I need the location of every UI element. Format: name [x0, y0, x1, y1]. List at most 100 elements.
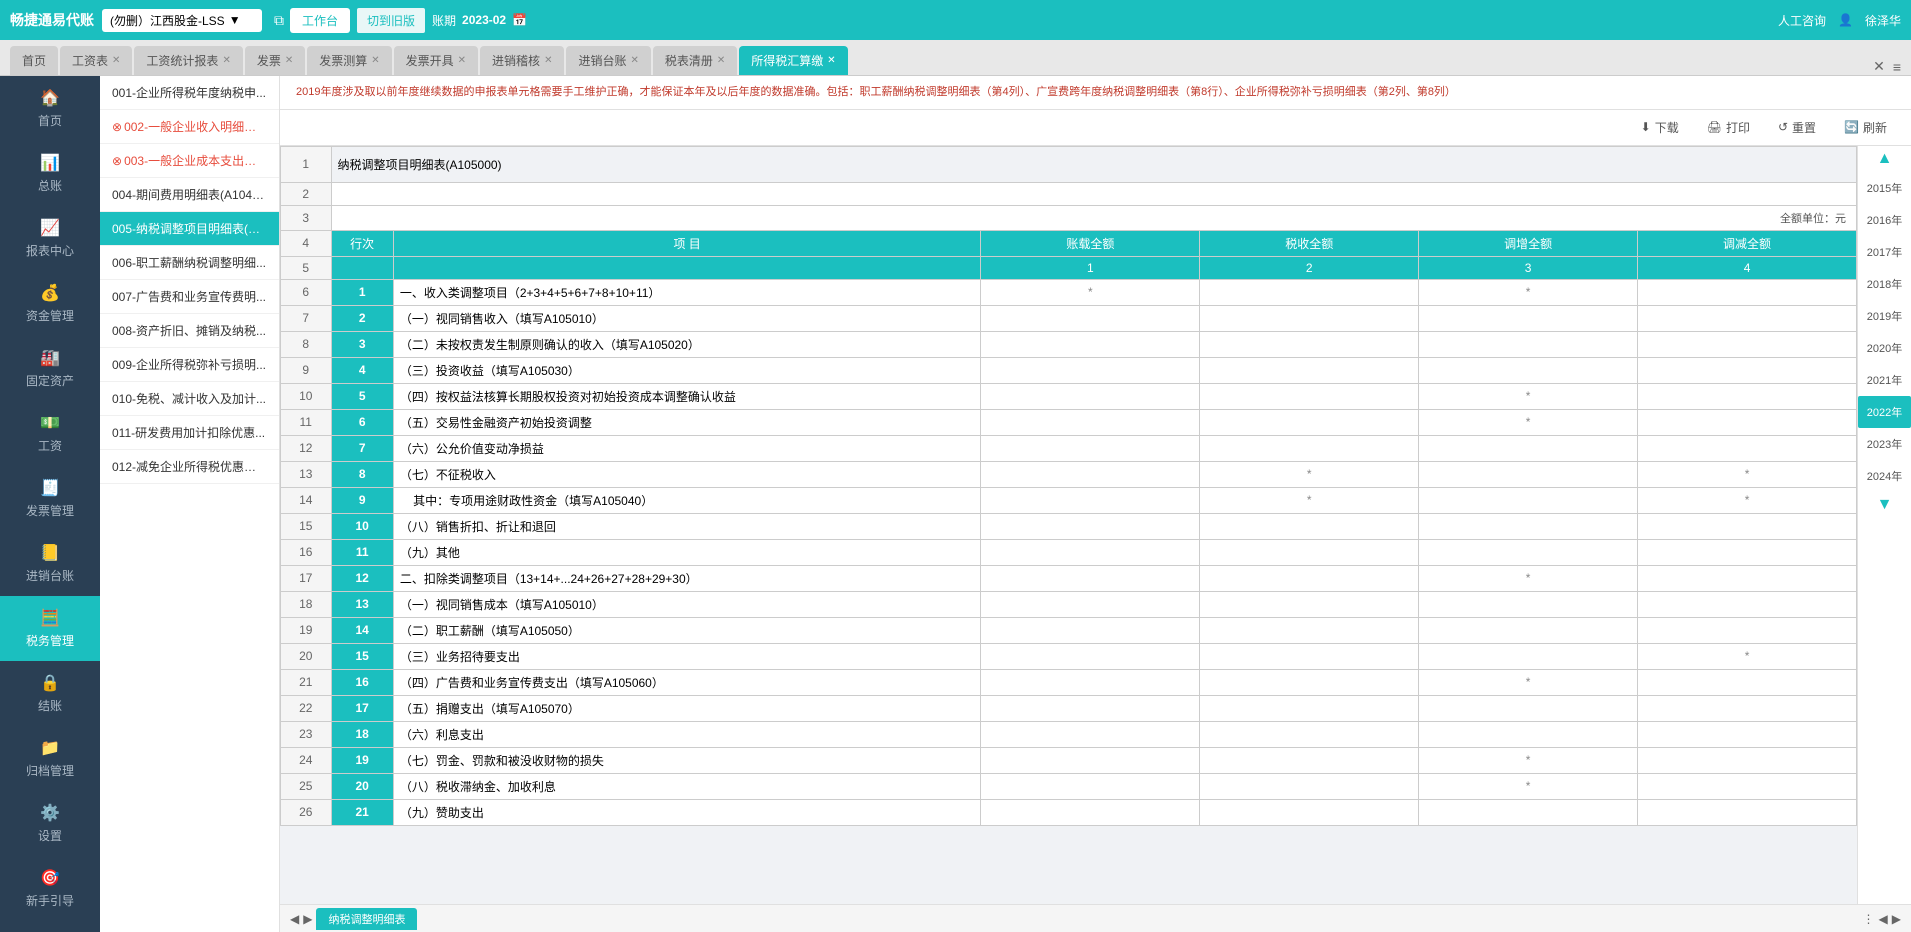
- user-label[interactable]: 徐泽华: [1865, 12, 1901, 29]
- close-icon[interactable]: ✕: [285, 55, 293, 66]
- sidebar-item-ledger[interactable]: 📊 总账: [0, 141, 100, 206]
- sidebar-item-tax[interactable]: 🧮 税务管理: [0, 596, 100, 661]
- refresh-button[interactable]: 🔄 刷新: [1836, 116, 1895, 139]
- period-prefix: 账期: [432, 12, 456, 29]
- home-icon: 🏠: [40, 88, 60, 108]
- print-button[interactable]: 🖨 打印: [1699, 116, 1758, 139]
- workbench-button[interactable]: 工作台: [290, 8, 350, 33]
- left-panel-item-003[interactable]: ⊗003-一般企业成本支出明细...: [100, 144, 279, 178]
- company-selector[interactable]: (勿删）江西股金-LSS ▼: [102, 9, 262, 32]
- year-item-2020[interactable]: 2020年: [1858, 332, 1911, 364]
- table-row: 10 5 （四）按权益法核算长期股权投资对初始投资成本调整确认收益 *: [281, 383, 1857, 409]
- year-item-2023[interactable]: 2023年: [1858, 428, 1911, 460]
- left-panel-item-010[interactable]: 010-免税、减计收入及加计...: [100, 382, 279, 416]
- close-icon[interactable]: ✕: [717, 55, 725, 66]
- menu-icon[interactable]: ≡: [1893, 59, 1901, 75]
- table-row: 23 18 （六）利息支出: [281, 721, 1857, 747]
- app-logo: 畅捷通易代账: [10, 10, 94, 30]
- sidebar-item-member[interactable]: 👑 畅会员: [0, 921, 100, 932]
- error-icon: ⊗: [112, 120, 122, 134]
- left-panel-item-006[interactable]: 006-职工薪酬纳税调整明细...: [100, 246, 279, 280]
- left-panel-item-001[interactable]: 001-企业所得税年度纳税申...: [100, 76, 279, 110]
- sidebar-item-invoices[interactable]: 🧾 发票管理: [0, 466, 100, 531]
- left-panel-item-011[interactable]: 011-研发费用加计扣除优惠...: [100, 416, 279, 450]
- year-item-2022[interactable]: 2022年: [1858, 396, 1911, 428]
- table-row-2: 2: [281, 182, 1857, 205]
- sidebar-item-newbie[interactable]: 🎯 新手引导: [0, 856, 100, 921]
- close-icon[interactable]: ✕: [827, 55, 835, 66]
- left-panel-item-005[interactable]: 005-纳税调整项目明细表(A1...: [100, 212, 279, 246]
- print-icon: 🖨: [1707, 120, 1722, 134]
- scroll-right-icon[interactable]: ▶: [303, 912, 312, 926]
- user-avatar: 👤: [1838, 13, 1853, 27]
- sidebar-item-assets[interactable]: 🏭 固定资产: [0, 336, 100, 401]
- switch-button[interactable]: 切到旧版: [356, 7, 426, 34]
- support-label[interactable]: 人工咨询: [1778, 12, 1826, 29]
- table-row: 16 11 （九）其他: [281, 539, 1857, 565]
- year-item-2021[interactable]: 2021年: [1858, 364, 1911, 396]
- data-table: 1 纳税调整项目明细表(A105000) 2 3 全额单位：元: [280, 146, 1857, 826]
- tab-invoice-calc[interactable]: 发票测算 ✕: [307, 46, 391, 75]
- download-button[interactable]: ⬇ 下载: [1633, 116, 1687, 139]
- spreadsheet-wrapper: 1 纳税调整项目明细表(A105000) 2 3 全额单位：元: [280, 146, 1911, 905]
- close-icon[interactable]: ✕: [630, 55, 638, 66]
- left-panel-item-009[interactable]: 009-企业所得税弥补亏损明...: [100, 348, 279, 382]
- tab-income-tax[interactable]: 所得税汇算缴 ✕: [739, 46, 847, 75]
- close-icon[interactable]: ✕: [371, 55, 379, 66]
- tab-bar: 首页 工资表 ✕ 工资统计报表 ✕ 发票 ✕ 发票测算 ✕ 发票开具 ✕ 进销稽…: [0, 40, 1911, 76]
- year-item-2017[interactable]: 2017年: [1858, 236, 1911, 268]
- tab-stock-ledger[interactable]: 进销台账 ✕: [566, 46, 650, 75]
- close-icon[interactable]: ✕: [544, 55, 552, 66]
- col-f-header: 调减全额: [1638, 230, 1857, 256]
- table-row: 6 1 一、收入类调整项目（2+3+4+5+6+7+8+10+11） * *: [281, 279, 1857, 305]
- year-item-2018[interactable]: 2018年: [1858, 268, 1911, 300]
- year-item-2015[interactable]: 2015年: [1858, 172, 1911, 204]
- close-icon[interactable]: ✕: [222, 55, 230, 66]
- left-panel-item-002[interactable]: ⊗002-一般企业收入明细表(A1...: [100, 110, 279, 144]
- sidebar-item-payroll[interactable]: 💵 工资: [0, 401, 100, 466]
- tab-home[interactable]: 首页: [10, 46, 58, 75]
- left-panel-item-004[interactable]: 004-期间费用明细表(A1040...: [100, 178, 279, 212]
- tab-invoice[interactable]: 发票 ✕: [245, 46, 305, 75]
- close-all-icon[interactable]: ✕: [1873, 58, 1885, 75]
- horizontal-scroll-left-icon[interactable]: ◀: [1879, 912, 1888, 926]
- year-item-2024[interactable]: 2024年: [1858, 460, 1911, 492]
- table-row: 7 2 （一）视同销售收入（填写A105010）: [281, 305, 1857, 331]
- invoices-icon: 🧾: [40, 478, 60, 498]
- bottom-scroll: ⋮ ◀ ▶: [1863, 912, 1901, 926]
- toolbar: ⬇ 下载 🖨 打印 ↺ 重置 🔄 刷新: [280, 110, 1911, 146]
- reset-button[interactable]: ↺ 重置: [1770, 116, 1824, 139]
- year-item-2019[interactable]: 2019年: [1858, 300, 1911, 332]
- tab-payroll[interactable]: 工资表 ✕: [60, 46, 132, 75]
- tab-invoice-open[interactable]: 发票开具 ✕: [394, 46, 478, 75]
- sidebar-item-close[interactable]: 🔒 结账: [0, 661, 100, 726]
- tab-payroll-stats[interactable]: 工资统计报表 ✕: [134, 46, 242, 75]
- bottom-tab-item[interactable]: 纳税调整明细表: [316, 908, 417, 930]
- table-row: 22 17 （五）捐赠支出（填写A105070）: [281, 695, 1857, 721]
- sidebar-item-home[interactable]: 🏠 首页: [0, 76, 100, 141]
- col-c-header: 账载全额: [981, 230, 1200, 256]
- left-panel-item-007[interactable]: 007-广告费和业务宣传费明...: [100, 280, 279, 314]
- sidebar-item-archive[interactable]: 📁 归档管理: [0, 726, 100, 791]
- tab-tax-clear[interactable]: 税表清册 ✕: [653, 46, 737, 75]
- scroll-left-icon[interactable]: ◀: [290, 912, 299, 926]
- close-icon[interactable]: ✕: [112, 55, 120, 66]
- year-down-arrow[interactable]: ▼: [1873, 492, 1897, 518]
- assets-icon: 🏭: [40, 348, 60, 368]
- tax-icon: 🧮: [40, 608, 60, 628]
- chevron-down-icon: ▼: [229, 13, 241, 27]
- sidebar-item-settings[interactable]: ⚙️ 设置: [0, 791, 100, 856]
- year-item-2016[interactable]: 2016年: [1858, 204, 1911, 236]
- left-panel-item-008[interactable]: 008-资产折旧、摊销及纳税...: [100, 314, 279, 348]
- close-icon[interactable]: ✕: [458, 55, 466, 66]
- sidebar-item-reports[interactable]: 📈 报表中心: [0, 206, 100, 271]
- left-panel-item-012[interactable]: 012-减免企业所得税优惠明细(0...: [100, 450, 279, 484]
- sidebar-item-stockbook[interactable]: 📒 进销台账: [0, 531, 100, 596]
- tab-stock-check[interactable]: 进销稽核 ✕: [480, 46, 564, 75]
- spreadsheet-container[interactable]: 1 纳税调整项目明细表(A105000) 2 3 全额单位：元: [280, 146, 1857, 905]
- payroll-icon: 💵: [40, 413, 60, 433]
- horizontal-scroll-right-icon[interactable]: ▶: [1892, 912, 1901, 926]
- sidebar-item-finance[interactable]: 💰 资金管理: [0, 271, 100, 336]
- year-up-arrow[interactable]: ▲: [1873, 146, 1897, 172]
- close-period-icon: 🔒: [40, 673, 60, 693]
